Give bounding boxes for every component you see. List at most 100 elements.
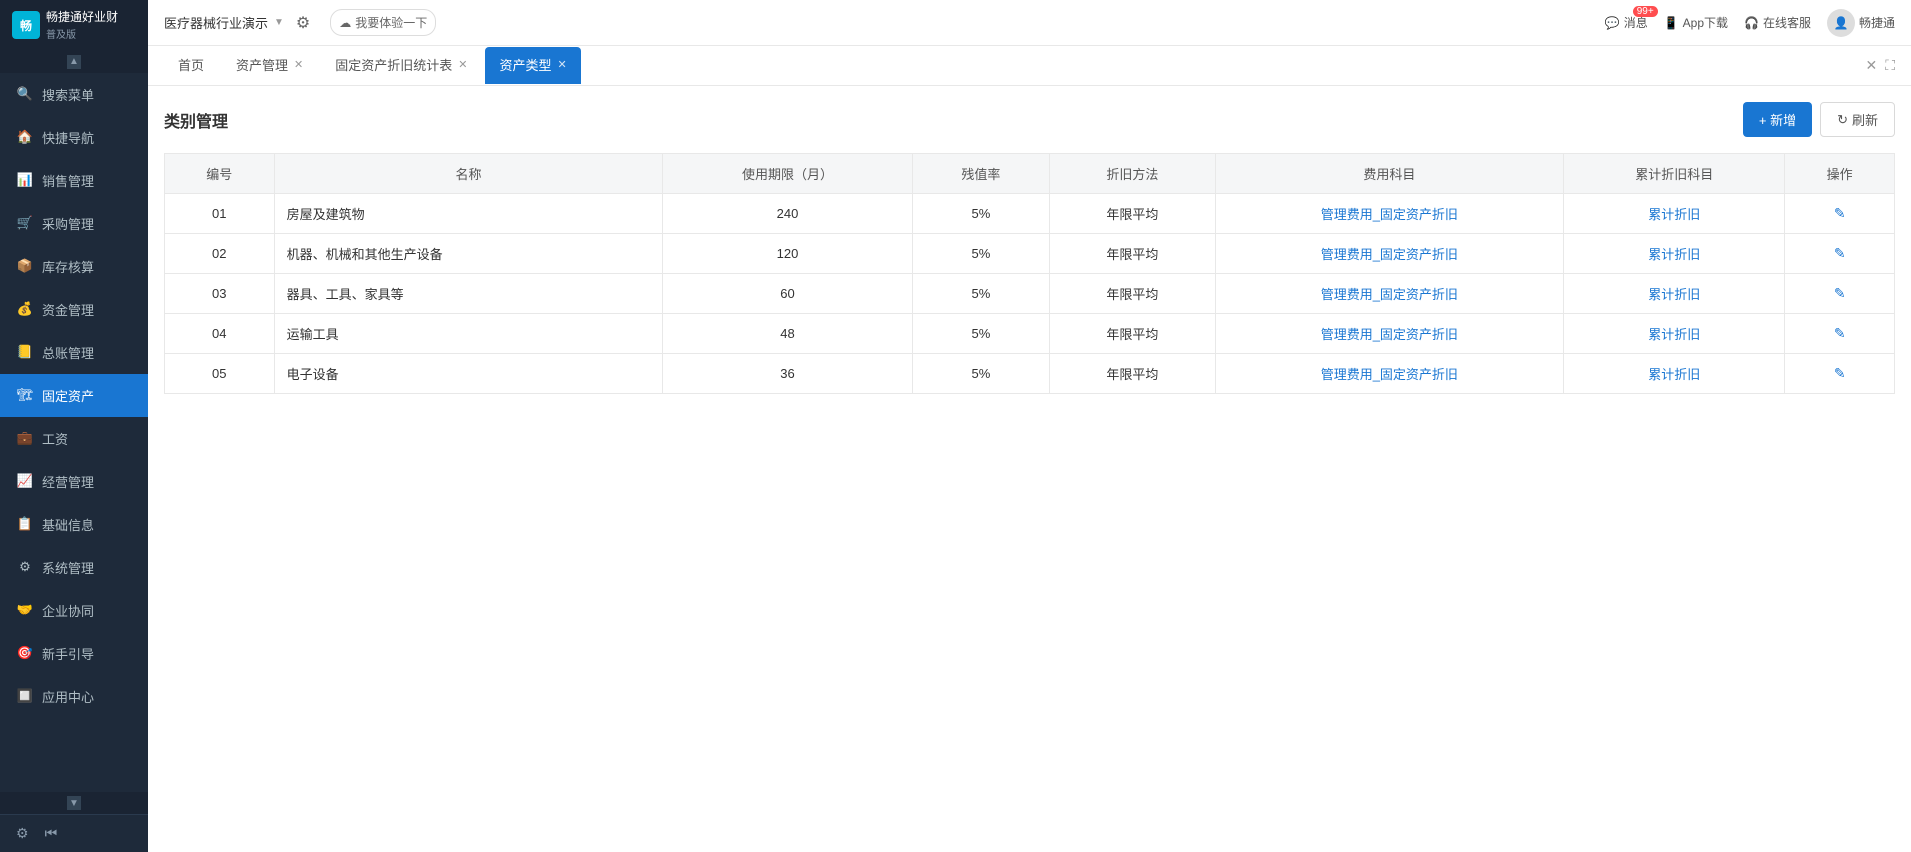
cell-id: 01 <box>165 194 275 234</box>
edit-icon[interactable]: ✎ <box>1834 245 1846 261</box>
system-icon: ⚙ <box>16 558 34 576</box>
sidebar-item-label: 企业协同 <box>42 601 94 620</box>
collapse-icon[interactable]: ⏮ <box>45 825 58 842</box>
tab-asset-mgmt[interactable]: 资产管理 ✕ <box>222 47 317 84</box>
edit-icon[interactable]: ✎ <box>1834 365 1846 381</box>
chevron-down-icon: ▼ <box>274 17 284 28</box>
sidebar-item-label: 经营管理 <box>42 472 94 491</box>
cell-period: 48 <box>663 314 912 354</box>
sidebar-item-label: 资金管理 <box>42 300 94 319</box>
col-header-salvage: 残值率 <box>912 154 1050 194</box>
close-window-icon[interactable]: ✕ <box>1865 57 1877 74</box>
sidebar-item-label: 销售管理 <box>42 171 94 190</box>
sidebar-bottom: ⚙ ⏮ <box>0 814 148 852</box>
tab-depreciation-label: 固定资产折旧统计表 <box>335 55 452 74</box>
cell-salvage: 5% <box>912 274 1050 314</box>
app-name: 畅捷通好业财 <box>46 10 118 26</box>
company-settings-icon[interactable]: ⚙ <box>296 13 310 33</box>
sidebar-item-system[interactable]: ⚙ 系统管理 <box>0 546 148 589</box>
scroll-down-btn[interactable]: ▼ <box>67 796 81 810</box>
cell-method: 年限平均 <box>1050 354 1215 394</box>
app-center-icon: 🔲 <box>16 687 34 705</box>
page-header: 类别管理 + 新增 ↻ 刷新 <box>164 102 1895 137</box>
col-header-action: 操作 <box>1785 154 1895 194</box>
app-download-action[interactable]: 📱 App下载 <box>1664 14 1728 31</box>
cell-name: 运输工具 <box>274 314 663 354</box>
payroll-icon: 💼 <box>16 429 34 447</box>
capital-icon: 💰 <box>16 300 34 318</box>
scroll-up-btn[interactable]: ▲ <box>67 55 81 69</box>
refresh-button[interactable]: ↻ 刷新 <box>1820 102 1895 137</box>
tab-depreciation-table[interactable]: 固定资产折旧统计表 ✕ <box>321 47 481 84</box>
close-asset-type-icon[interactable]: ✕ <box>558 58 567 71</box>
sidebar-item-quick-nav[interactable]: 🏠 快捷导航 <box>0 116 148 159</box>
sidebar-item-label: 采购管理 <box>42 214 94 233</box>
edit-icon[interactable]: ✎ <box>1834 325 1846 341</box>
experience-button[interactable]: ☁ 我要体验一下 <box>330 9 436 36</box>
tab-home[interactable]: 首页 <box>164 47 218 84</box>
new-button[interactable]: + 新增 <box>1743 102 1812 137</box>
cell-method: 年限平均 <box>1050 234 1215 274</box>
edit-icon[interactable]: ✎ <box>1834 285 1846 301</box>
col-header-id: 编号 <box>165 154 275 194</box>
message-icon: 💬 <box>1605 16 1620 30</box>
sidebar-item-app-center[interactable]: 🔲 应用中心 <box>0 675 148 718</box>
edit-icon[interactable]: ✎ <box>1834 205 1846 221</box>
cell-name: 电子设备 <box>274 354 663 394</box>
page-title: 类别管理 <box>164 108 228 132</box>
sidebar-item-guide[interactable]: 🎯 新手引导 <box>0 632 148 675</box>
cell-id: 02 <box>165 234 275 274</box>
cell-period: 60 <box>663 274 912 314</box>
settings-bottom-icon[interactable]: ⚙ <box>16 825 29 842</box>
sidebar-item-label: 系统管理 <box>42 558 94 577</box>
table-header-row: 编号 名称 使用期限（月） 残值率 折旧方法 费用科目 累计折旧科目 操作 <box>165 154 1895 194</box>
tab-asset-mgmt-label: 资产管理 <box>236 55 288 74</box>
header-right: 💬 消息 99+ 📱 App下载 🎧 在线客服 👤 畅捷通 <box>1605 9 1895 37</box>
col-header-accumulated: 累计折旧科目 <box>1564 154 1785 194</box>
table-row: 02 机器、机械和其他生产设备 120 5% 年限平均 管理费用_固定资产折旧 … <box>165 234 1895 274</box>
sidebar-item-capital[interactable]: 💰 资金管理 <box>0 288 148 331</box>
online-service-action[interactable]: 🎧 在线客服 <box>1744 14 1811 31</box>
close-asset-mgmt-icon[interactable]: ✕ <box>294 58 303 71</box>
ledger-icon: 📒 <box>16 343 34 361</box>
tab-home-label: 首页 <box>178 55 204 74</box>
cell-action[interactable]: ✎ <box>1785 234 1895 274</box>
sidebar-item-basic-info[interactable]: 📋 基础信息 <box>0 503 148 546</box>
cloud-icon: ☁ <box>339 16 351 30</box>
sidebar-item-purchase[interactable]: 🛒 采购管理 <box>0 202 148 245</box>
service-icon: 🎧 <box>1744 16 1759 30</box>
cell-accumulated: 累计折旧 <box>1564 274 1785 314</box>
sidebar-item-enterprise[interactable]: 🤝 企业协同 <box>0 589 148 632</box>
avatar: 👤 <box>1827 9 1855 37</box>
sidebar-item-inventory[interactable]: 📦 库存核算 <box>0 245 148 288</box>
sidebar-item-payroll[interactable]: 💼 工资 <box>0 417 148 460</box>
sidebar-item-label: 新手引导 <box>42 644 94 663</box>
sidebar-item-fixed-assets[interactable]: 🏗 固定资产 <box>0 374 148 417</box>
sidebar: 畅 畅捷通好业财 普及版 ▲ 🔍 搜索菜单 🏠 快捷导航 📊 销售管理 🛒 采购… <box>0 0 148 852</box>
cell-accumulated: 累计折旧 <box>1564 194 1785 234</box>
sidebar-item-sales[interactable]: 📊 销售管理 <box>0 159 148 202</box>
cell-action[interactable]: ✎ <box>1785 354 1895 394</box>
messages-action[interactable]: 💬 消息 99+ <box>1605 14 1648 31</box>
sidebar-item-ledger[interactable]: 📒 总账管理 <box>0 331 148 374</box>
sidebar-item-operations[interactable]: 📈 经营管理 <box>0 460 148 503</box>
cell-action[interactable]: ✎ <box>1785 314 1895 354</box>
cell-action[interactable]: ✎ <box>1785 274 1895 314</box>
company-selector[interactable]: 医疗器械行业演示 ▼ <box>164 13 284 32</box>
table-row: 05 电子设备 36 5% 年限平均 管理费用_固定资产折旧 累计折旧 ✎ <box>165 354 1895 394</box>
cell-action[interactable]: ✎ <box>1785 194 1895 234</box>
sidebar-item-search[interactable]: 🔍 搜索菜单 <box>0 73 148 116</box>
cell-expense: 管理费用_固定资产折旧 <box>1215 194 1564 234</box>
cell-salvage: 5% <box>912 354 1050 394</box>
expand-window-icon[interactable]: ⛶ <box>1885 57 1895 74</box>
close-depreciation-icon[interactable]: ✕ <box>458 58 467 71</box>
user-action[interactable]: 👤 畅捷通 <box>1827 9 1895 37</box>
tab-asset-type[interactable]: 资产类型 ✕ <box>485 47 580 84</box>
sidebar-item-label: 库存核算 <box>42 257 94 276</box>
table-row: 03 器具、工具、家具等 60 5% 年限平均 管理费用_固定资产折旧 累计折旧… <box>165 274 1895 314</box>
operations-icon: 📈 <box>16 472 34 490</box>
main-area: 医疗器械行业演示 ▼ ⚙ ☁ 我要体验一下 💬 消息 99+ 📱 App下载 🎧… <box>148 0 1911 852</box>
tabs-right-controls: ✕ ⛶ <box>1865 57 1895 74</box>
cell-salvage: 5% <box>912 234 1050 274</box>
refresh-icon: ↻ <box>1837 112 1848 128</box>
